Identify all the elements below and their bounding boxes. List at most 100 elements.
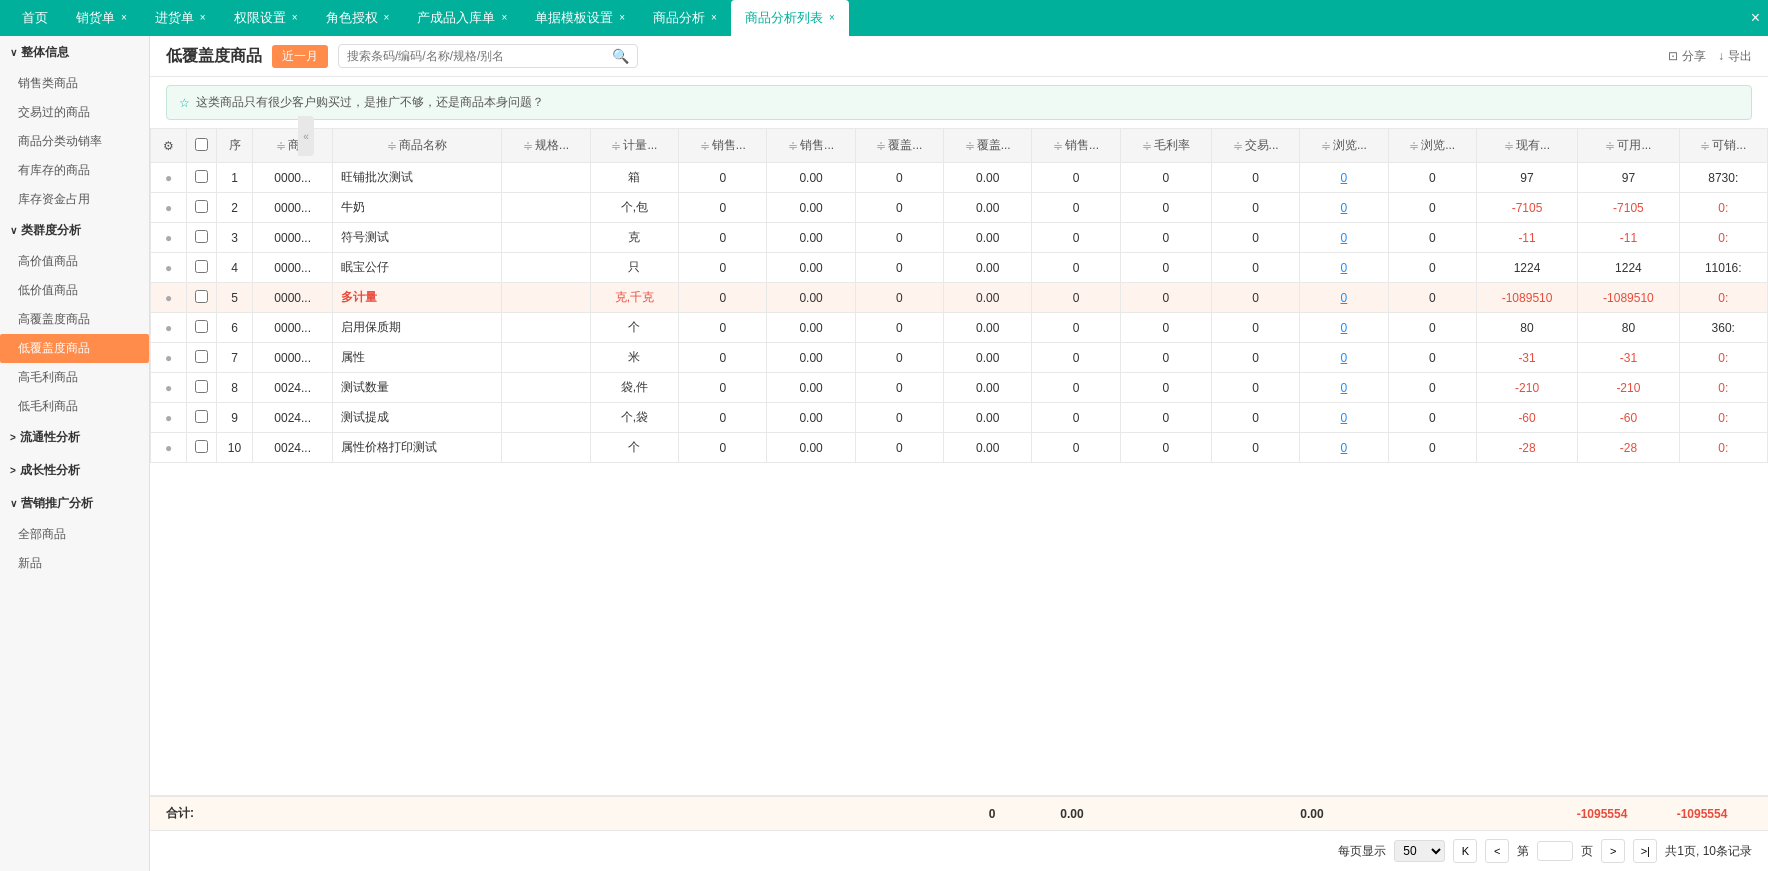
row-saleable: 11016: [1705, 261, 1742, 275]
nav-tab-进货单[interactable]: 进货单× [141, 0, 220, 36]
sidebar-item-全部商品[interactable]: 全部商品 [0, 520, 149, 549]
row-code: 0024... [274, 441, 311, 455]
nav-tab-权限设置[interactable]: 权限设置× [220, 0, 312, 36]
row-browse1[interactable]: 0 [1341, 321, 1348, 335]
row-browse1[interactable]: 0 [1341, 171, 1348, 185]
row-browse1[interactable]: 0 [1341, 231, 1348, 245]
sidebar-section-营销推广分析[interactable]: ∨营销推广分析 [0, 487, 149, 520]
row-sales-qty2: 0 [1073, 381, 1080, 395]
close-tab-icon[interactable]: × [619, 0, 625, 36]
row-checkbox[interactable] [195, 350, 208, 363]
per-page-select[interactable]: 102050100 [1394, 840, 1445, 862]
sidebar-item-高覆盖度商品[interactable]: 高覆盖度商品 [0, 305, 149, 334]
row-checkbox[interactable] [195, 410, 208, 423]
row-settings-icon[interactable]: ● [165, 351, 172, 365]
close-tab-icon[interactable]: × [384, 0, 390, 36]
row-available: -210 [1616, 381, 1640, 395]
row-browse1[interactable]: 0 [1341, 411, 1348, 425]
close-tab-icon[interactable]: × [501, 0, 507, 36]
close-tab-icon[interactable]: × [292, 0, 298, 36]
last-page-button[interactable]: >| [1633, 839, 1657, 863]
row-browse1[interactable]: 0 [1341, 291, 1348, 305]
table-row: ●20000...牛奶个,包00.0000.0000000-7105-71050… [151, 193, 1768, 223]
row-checkbox[interactable] [195, 380, 208, 393]
row-settings-icon[interactable]: ● [165, 231, 172, 245]
col-header-checkbox [187, 129, 217, 163]
export-button[interactable]: ↓ 导出 [1718, 48, 1752, 65]
nav-tab-销货单[interactable]: 销货单× [62, 0, 141, 36]
sidebar-collapse-button[interactable]: « [298, 116, 314, 156]
row-settings-icon[interactable]: ● [165, 441, 172, 455]
page-input[interactable]: 1 [1537, 841, 1573, 861]
sidebar-item-商品分类动销率[interactable]: 商品分类动销率 [0, 127, 149, 156]
sidebar-section-类群度分析[interactable]: ∨类群度分析 [0, 214, 149, 247]
sidebar-item-新品[interactable]: 新品 [0, 549, 149, 578]
close-all-button[interactable]: × [1751, 9, 1760, 27]
sidebar-item-低覆盖度商品[interactable]: 低覆盖度商品 [0, 334, 149, 363]
row-settings-icon[interactable]: ● [165, 201, 172, 215]
sidebar-section-成长性分析[interactable]: >成长性分析 [0, 454, 149, 487]
sidebar-item-销售类商品[interactable]: 销售类商品 [0, 69, 149, 98]
row-settings-icon[interactable]: ● [165, 171, 172, 185]
period-button[interactable]: 近一月 [272, 45, 328, 68]
sidebar-section-整体信息[interactable]: ∨整体信息 [0, 36, 149, 69]
row-checkbox[interactable] [195, 440, 208, 453]
row-checkbox[interactable] [195, 170, 208, 183]
row-checkbox[interactable] [195, 320, 208, 333]
nav-tab-单据模板设置[interactable]: 单据模板设置× [521, 0, 639, 36]
table-container[interactable]: ⚙序≑商...≑商品名称≑规格...≑计量...≑销售...≑销售...≑覆盖.… [150, 128, 1768, 795]
close-tab-icon[interactable]: × [121, 0, 127, 36]
sidebar-item-库存资金占用[interactable]: 库存资金占用 [0, 185, 149, 214]
row-settings-icon[interactable]: ● [165, 321, 172, 335]
close-tab-icon[interactable]: × [711, 0, 717, 36]
row-cover1: 0 [896, 261, 903, 275]
close-tab-icon[interactable]: × [829, 0, 835, 36]
row-checkbox[interactable] [195, 230, 208, 243]
sidebar-item-高毛利商品[interactable]: 高毛利商品 [0, 363, 149, 392]
settings-icon[interactable]: ⚙ [163, 139, 174, 153]
nav-tab-首页[interactable]: 首页 [8, 0, 62, 36]
row-current: -7105 [1512, 201, 1543, 215]
row-saleable: 0: [1718, 201, 1728, 215]
row-sales-qty2: 0 [1073, 291, 1080, 305]
sidebar-item-高价值商品[interactable]: 高价值商品 [0, 247, 149, 276]
sidebar-item-交易过的商品[interactable]: 交易过的商品 [0, 98, 149, 127]
row-browse1[interactable]: 0 [1341, 441, 1348, 455]
row-checkbox[interactable] [195, 290, 208, 303]
select-all-checkbox[interactable] [195, 138, 208, 151]
header-actions: ⊡ 分享 ↓ 导出 [1668, 48, 1752, 65]
row-settings-icon[interactable]: ● [165, 261, 172, 275]
row-current: 1224 [1514, 261, 1541, 275]
row-settings-icon[interactable]: ● [165, 411, 172, 425]
row-settings-icon[interactable]: ● [165, 291, 172, 305]
row-trans: 0 [1252, 411, 1259, 425]
row-available: -1089510 [1603, 291, 1654, 305]
row-browse1[interactable]: 0 [1341, 201, 1348, 215]
row-saleable: 0: [1718, 291, 1728, 305]
sort-icon: ≑ [387, 139, 397, 153]
nav-tab-产成品入库单[interactable]: 产成品入库单× [403, 0, 521, 36]
row-browse1[interactable]: 0 [1341, 351, 1348, 365]
row-checkbox[interactable] [195, 200, 208, 213]
sort-icon: ≑ [1233, 139, 1243, 153]
row-browse1[interactable]: 0 [1341, 261, 1348, 275]
info-banner: ☆ 这类商品只有很少客户购买过，是推广不够，还是商品本身问题？ [166, 85, 1752, 120]
sidebar-item-低毛利商品[interactable]: 低毛利商品 [0, 392, 149, 421]
row-settings-icon[interactable]: ● [165, 381, 172, 395]
next-page-button[interactable]: > [1601, 839, 1625, 863]
nav-tab-商品分析[interactable]: 商品分析× [639, 0, 731, 36]
row-browse1[interactable]: 0 [1341, 381, 1348, 395]
share-button[interactable]: ⊡ 分享 [1668, 48, 1706, 65]
sidebar-section-流通性分析[interactable]: >流通性分析 [0, 421, 149, 454]
nav-tab-商品分析列表[interactable]: 商品分析列表× [731, 0, 849, 36]
row-sales-qty2: 0 [1073, 171, 1080, 185]
search-input[interactable] [347, 49, 612, 63]
nav-tab-角色授权[interactable]: 角色授权× [312, 0, 404, 36]
row-cover1: 0 [896, 381, 903, 395]
prev-page-button[interactable]: < [1485, 839, 1509, 863]
first-page-button[interactable]: K [1453, 839, 1477, 863]
sidebar-item-有库存的商品[interactable]: 有库存的商品 [0, 156, 149, 185]
sidebar-item-低价值商品[interactable]: 低价值商品 [0, 276, 149, 305]
row-checkbox[interactable] [195, 260, 208, 273]
close-tab-icon[interactable]: × [200, 0, 206, 36]
